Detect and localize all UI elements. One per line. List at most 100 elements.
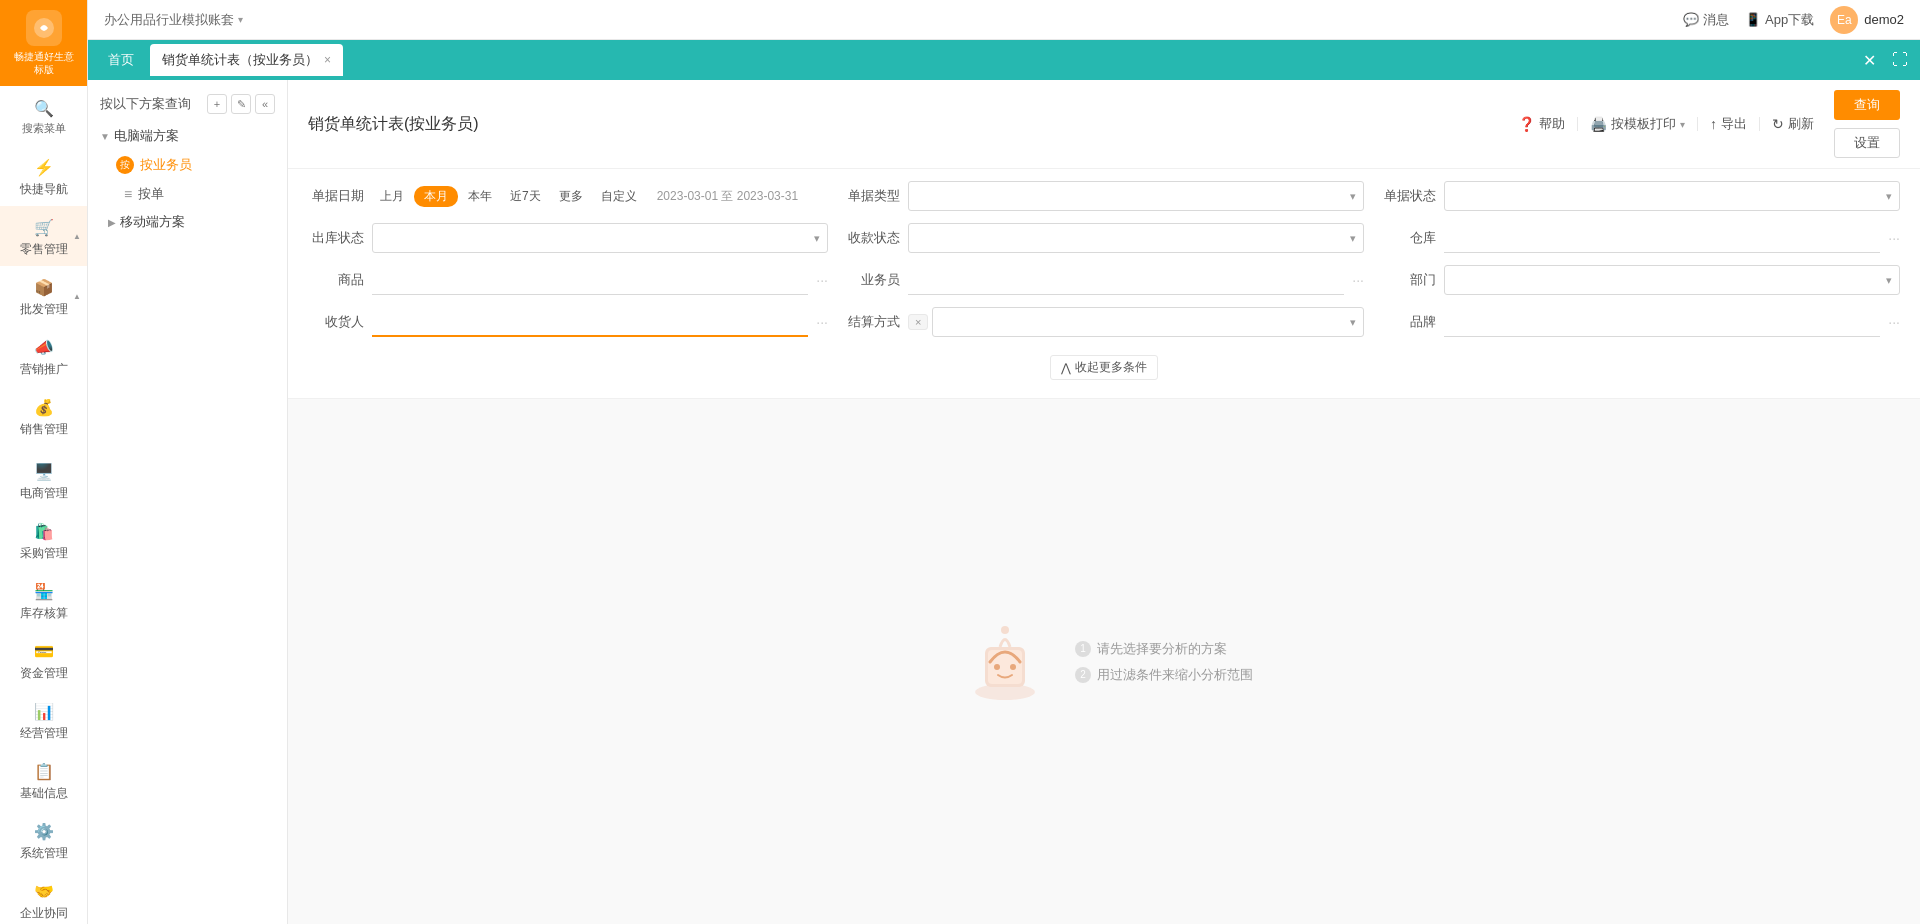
date-tab-last-month[interactable]: 上月 <box>372 186 412 207</box>
filter-settlement: 结算方式 × ▾ <box>844 307 1364 337</box>
tab-close-window-btn[interactable]: ✕ <box>1859 47 1880 74</box>
svg-point-5 <box>1010 664 1016 670</box>
collapse-button[interactable]: ⋀ 收起更多条件 <box>1050 355 1158 380</box>
consignee-label: 收货人 <box>308 313 364 331</box>
step2-text: 用过滤条件来缩小分析范围 <box>1097 666 1253 684</box>
sidebar-item-jichu[interactable]: 📋 基础信息 <box>0 750 87 810</box>
salesperson-label: 业务员 <box>844 271 900 289</box>
receipt-status-select[interactable] <box>908 223 1364 253</box>
sidebar-item-lingshou[interactable]: 🛒 零售管理 <box>0 206 87 266</box>
sidebar-item-kucun[interactable]: 🏪 库存核算 <box>0 570 87 630</box>
panel-edit-btn[interactable]: ✎ <box>231 94 251 114</box>
settlement-select[interactable] <box>932 307 1364 337</box>
sidebar-item-qiye[interactable]: 🤝 企业协同 <box>0 870 87 924</box>
date-tab-more[interactable]: 更多 <box>551 186 591 207</box>
date-tab-this-year[interactable]: 本年 <box>460 186 500 207</box>
doc-status-label: 单据状态 <box>1380 187 1436 205</box>
sidebar-item-kuaijie[interactable]: ⚡ 快捷导航 <box>0 146 87 206</box>
breadcrumb-text: 办公用品行业模拟账套 <box>104 11 234 29</box>
left-panel: 按以下方案查询 + ✎ « ▼ 电脑端方案 按 按业务员 ≡ 按 <box>88 80 288 924</box>
goods-input[interactable] <box>372 265 808 295</box>
panel-collapse-btn[interactable]: « <box>255 94 275 114</box>
logo-icon <box>26 10 62 46</box>
panel-actions: + ✎ « <box>207 94 275 114</box>
refresh-btn[interactable]: ↻ 刷新 <box>1772 115 1814 133</box>
date-tab-custom[interactable]: 自定义 <box>593 186 645 207</box>
sidebar-search[interactable]: 🔍 搜索菜单 <box>0 86 87 142</box>
msg-label: 消息 <box>1703 11 1729 29</box>
consignee-dots[interactable]: ··· <box>816 314 828 330</box>
filter-row-1: 单据日期 上月 本月 本年 近7天 更多 自定义 2023-03-01 至 20… <box>308 181 1900 211</box>
sidebar-item-yingxiao[interactable]: 📣 营销推广 <box>0 326 87 386</box>
breadcrumb-dropdown-icon[interactable]: ▾ <box>238 14 243 25</box>
warehouse-input[interactable] <box>1444 223 1880 253</box>
tab-home[interactable]: 首页 <box>96 44 146 76</box>
sidebar-item-dianshang[interactable]: 🖥️ 电商管理 <box>0 450 87 510</box>
tab-fullscreen-btn[interactable]: ⛶ <box>1888 47 1912 73</box>
date-range-text: 2023-03-01 至 2023-03-31 <box>657 188 798 205</box>
scheme-group-pc-header[interactable]: ▼ 电脑端方案 <box>88 122 287 150</box>
export-icon: ↑ <box>1710 116 1717 132</box>
doc-type-select[interactable] <box>908 181 1364 211</box>
dept-select[interactable] <box>1444 265 1900 295</box>
page-title-bar: 销货单统计表(按业务员) ❓ 帮助 🖨️ 按模板打印 ▾ ↑ <box>288 80 1920 169</box>
header-user[interactable]: Ea demo2 <box>1830 6 1904 34</box>
print-dropdown-icon[interactable]: ▾ <box>1680 119 1685 130</box>
header-app-download-btn[interactable]: 📱 App下载 <box>1745 11 1814 29</box>
sidebar-item-zijin[interactable]: 💳 资金管理 <box>0 630 87 690</box>
sidebar-item-jingying[interactable]: 📊 经营管理 <box>0 690 87 750</box>
sidebar-logo[interactable]: 畅捷通好生意 标版 <box>0 0 88 86</box>
salesperson-input[interactable] <box>908 265 1344 295</box>
empty-text-step2: 2 用过滤条件来缩小分析范围 <box>1075 666 1253 684</box>
tab-sales-stats[interactable]: 销货单统计表（按业务员） × <box>150 44 343 76</box>
consignee-input[interactable] <box>372 307 808 337</box>
stock-status-select[interactable] <box>372 223 828 253</box>
sidebar-item-caigou[interactable]: 🛍️ 采购管理 <box>0 510 87 570</box>
empty-icon <box>955 612 1055 712</box>
content-area: 1 请先选择要分析的方案 2 用过滤条件来缩小分析范围 <box>288 399 1920 924</box>
kuaijie-icon: ⚡ <box>33 156 55 178</box>
active-scheme-dot: 按 <box>116 156 134 174</box>
brand-dots[interactable]: ··· <box>1888 314 1900 330</box>
query-button[interactable]: 查询 <box>1834 90 1900 120</box>
main-area: 办公用品行业模拟账套 ▾ 💬 消息 📱 App下载 Ea demo2 首页 <box>88 0 1920 924</box>
refresh-icon: ↻ <box>1772 116 1784 132</box>
pc-group-label: 电脑端方案 <box>114 127 179 145</box>
sidebar-item-xiaoshou[interactable]: 💰 销售管理 <box>0 386 87 446</box>
print-btn[interactable]: 🖨️ 按模板打印 ▾ <box>1590 115 1685 133</box>
settings-button[interactable]: 设置 <box>1834 128 1900 158</box>
tab-bar: 首页 销货单统计表（按业务员） × ✕ ⛶ <box>88 40 1920 80</box>
kucun-icon: 🏪 <box>33 580 55 602</box>
xitong-icon: ⚙️ <box>33 820 55 842</box>
salesperson-dots[interactable]: ··· <box>1352 272 1364 288</box>
help-btn[interactable]: ❓ 帮助 <box>1518 115 1565 133</box>
top-header: 办公用品行业模拟账套 ▾ 💬 消息 📱 App下载 Ea demo2 <box>88 0 1920 40</box>
export-btn[interactable]: ↑ 导出 <box>1710 115 1747 133</box>
warehouse-dots[interactable]: ··· <box>1888 230 1900 246</box>
goods-dots[interactable]: ··· <box>816 272 828 288</box>
scheme-sub-item-by-order[interactable]: ≡ 按单 <box>88 180 287 208</box>
filter-row-2: 出库状态 收款状态 仓库 ··· <box>308 223 1900 253</box>
filter-goods: 商品 ··· <box>308 265 828 295</box>
scheme-group-mobile: ▶ 移动端方案 <box>88 208 287 236</box>
sidebar-item-xitong[interactable]: ⚙️ 系统管理 <box>0 810 87 870</box>
print-icon: 🖨️ <box>1590 116 1607 132</box>
date-tab-7days[interactable]: 近7天 <box>502 186 549 207</box>
header-msg-btn[interactable]: 💬 消息 <box>1683 11 1729 29</box>
doc-status-select[interactable] <box>1444 181 1900 211</box>
step1-text: 请先选择要分析的方案 <box>1097 640 1227 658</box>
receipt-status-label: 收款状态 <box>844 229 900 247</box>
breadcrumb: 办公用品行业模拟账套 ▾ <box>104 11 1671 29</box>
collapse-row: ⋀ 收起更多条件 <box>308 349 1900 386</box>
settlement-tag-close[interactable]: × <box>915 316 921 328</box>
date-label: 单据日期 <box>308 187 364 205</box>
brand-input[interactable] <box>1444 307 1880 337</box>
tab-close-icon[interactable]: × <box>324 53 331 67</box>
scheme-item-by-salesperson[interactable]: 按 按业务员 <box>88 150 287 180</box>
doc-type-label: 单据类型 <box>844 187 900 205</box>
sidebar-item-pifa[interactable]: 📦 批发管理 <box>0 266 87 326</box>
logo-text: 畅捷通好生意 标版 <box>14 50 74 76</box>
scheme-group-mobile-header[interactable]: ▶ 移动端方案 <box>88 208 287 236</box>
panel-add-btn[interactable]: + <box>207 94 227 114</box>
date-tab-this-month[interactable]: 本月 <box>414 186 458 207</box>
